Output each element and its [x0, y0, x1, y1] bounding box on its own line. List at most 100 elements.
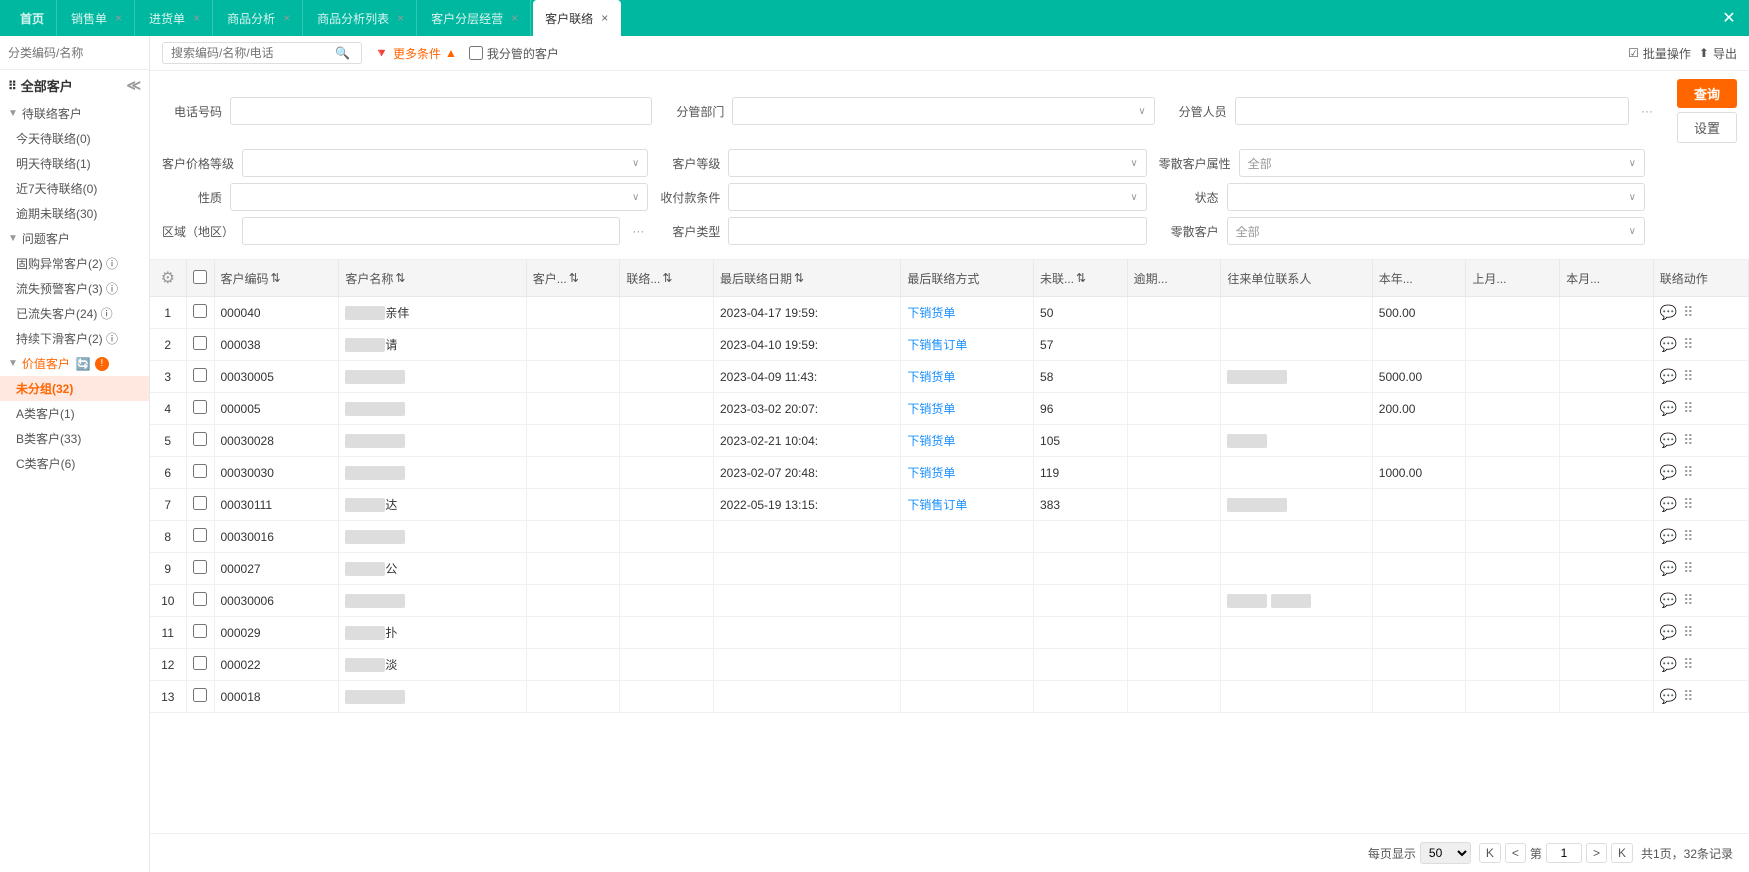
- pending-group[interactable]: ▼ 待联络客户: [0, 101, 149, 126]
- th-contact[interactable]: 联络...⇅: [620, 260, 714, 297]
- last-way-link[interactable]: 下销货单: [907, 370, 955, 384]
- qr-icon[interactable]: ⠿: [1683, 560, 1693, 577]
- tab-analysis-close[interactable]: ×: [283, 11, 290, 25]
- row-checkbox[interactable]: [193, 624, 207, 638]
- qr-icon[interactable]: ⠿: [1683, 464, 1693, 481]
- qr-icon[interactable]: ⠿: [1683, 336, 1693, 353]
- th-code[interactable]: 客户编码⇅: [214, 260, 339, 297]
- sidebar-item-declining[interactable]: 持续下滑客户(2) ⓘ: [0, 326, 149, 351]
- th-thisyear[interactable]: 本年...: [1372, 260, 1466, 297]
- tab-analysis-list-close[interactable]: ×: [397, 11, 404, 25]
- sidebar-item-a-customers[interactable]: A类客户(1): [0, 401, 149, 426]
- filter-search-icon[interactable]: 🔍: [335, 46, 350, 60]
- region-input[interactable]: [242, 217, 620, 245]
- table-wrapper[interactable]: ⚙ 客户编码⇅ 客户名称⇅ 客: [150, 260, 1749, 833]
- person-input[interactable]: [1235, 97, 1629, 125]
- chat-icon[interactable]: 💬: [1660, 592, 1677, 609]
- th-lastway[interactable]: 最后联络方式: [901, 260, 1034, 297]
- last-way-link[interactable]: 下销货单: [907, 466, 955, 480]
- qr-icon[interactable]: ⠿: [1683, 304, 1693, 321]
- all-customers-header[interactable]: ⠿ 全部客户 ≪: [0, 70, 149, 101]
- tab-home[interactable]: 首页: [8, 0, 57, 36]
- payment-select[interactable]: ∨: [728, 183, 1146, 211]
- customer-type-select[interactable]: [728, 217, 1146, 245]
- customer-level-select[interactable]: ∨: [728, 149, 1146, 177]
- td-check[interactable]: [186, 617, 214, 649]
- tab-sales-close[interactable]: ×: [115, 11, 122, 25]
- th-check[interactable]: [186, 260, 214, 297]
- region-dots[interactable]: ···: [628, 224, 648, 238]
- row-checkbox[interactable]: [193, 400, 207, 414]
- sidebar-item-tomorrow-pending[interactable]: 明天待联络(1): [0, 151, 149, 176]
- export-button[interactable]: ⬆ 导出: [1699, 45, 1737, 62]
- sidebar-item-churn-warning[interactable]: 流失预警客户(3) ⓘ: [0, 276, 149, 301]
- scattered-attr-select[interactable]: 全部∨: [1239, 149, 1645, 177]
- filter-search-box[interactable]: 🔍: [162, 42, 362, 64]
- chat-icon[interactable]: 💬: [1660, 336, 1677, 353]
- chat-icon[interactable]: 💬: [1660, 688, 1677, 705]
- th-nocontact[interactable]: 未联...⇅: [1034, 260, 1128, 297]
- td-check[interactable]: [186, 585, 214, 617]
- tab-customer-contact[interactable]: 客户联络 ×: [533, 0, 621, 36]
- th-type[interactable]: 客户...⇅: [526, 260, 620, 297]
- my-customers-checkbox[interactable]: 我分管的客户: [469, 45, 559, 62]
- per-page-select[interactable]: 50 100: [1420, 842, 1471, 864]
- chat-icon[interactable]: 💬: [1660, 496, 1677, 513]
- sidebar-item-c-customers[interactable]: C类客户(6): [0, 451, 149, 476]
- chat-icon[interactable]: 💬: [1660, 560, 1677, 577]
- row-checkbox[interactable]: [193, 368, 207, 382]
- td-check[interactable]: [186, 393, 214, 425]
- scattered-select[interactable]: 全部∨: [1227, 217, 1645, 245]
- chat-icon[interactable]: 💬: [1660, 656, 1677, 673]
- qr-icon[interactable]: ⠿: [1683, 496, 1693, 513]
- prev-page-button[interactable]: <: [1505, 843, 1526, 863]
- th-thismonth[interactable]: 本月...: [1560, 260, 1654, 297]
- gear-icon[interactable]: ⚙: [161, 270, 175, 287]
- td-check[interactable]: [186, 649, 214, 681]
- chat-icon[interactable]: 💬: [1660, 528, 1677, 545]
- sidebar-item-week-pending[interactable]: 近7天待联络(0): [0, 176, 149, 201]
- sidebar-item-b-customers[interactable]: B类客户(33): [0, 426, 149, 451]
- last-way-link[interactable]: 下销货单: [907, 306, 955, 320]
- row-checkbox[interactable]: [193, 464, 207, 478]
- td-check[interactable]: [186, 425, 214, 457]
- tab-purchase-close[interactable]: ×: [193, 11, 200, 25]
- td-check[interactable]: [186, 457, 214, 489]
- th-overdue[interactable]: 逾期...: [1127, 260, 1221, 297]
- row-checkbox[interactable]: [193, 656, 207, 670]
- qr-icon[interactable]: ⠿: [1683, 368, 1693, 385]
- sidebar-search-input[interactable]: [8, 46, 150, 60]
- first-page-button[interactable]: K: [1479, 843, 1501, 863]
- select-all-checkbox[interactable]: [193, 270, 207, 284]
- sidebar-item-purchase-abnormal[interactable]: 固购异常客户(2) ⓘ: [0, 251, 149, 276]
- sidebar-item-overdue-pending[interactable]: 逾期未联络(30): [0, 201, 149, 226]
- row-checkbox[interactable]: [193, 496, 207, 510]
- last-page-button[interactable]: K: [1611, 843, 1633, 863]
- more-filters-button[interactable]: 🔻 更多条件 ▲: [374, 45, 457, 62]
- td-check[interactable]: [186, 489, 214, 521]
- chat-icon[interactable]: 💬: [1660, 432, 1677, 449]
- status-select[interactable]: ∨: [1227, 183, 1645, 211]
- chat-icon[interactable]: 💬: [1660, 304, 1677, 321]
- sidebar-item-today-pending[interactable]: 今天待联络(0): [0, 126, 149, 151]
- tab-analysis[interactable]: 商品分析 ×: [215, 0, 303, 36]
- tab-customer-segment-close[interactable]: ×: [511, 11, 518, 25]
- th-company[interactable]: 往来单位联系人: [1221, 260, 1372, 297]
- row-checkbox[interactable]: [193, 432, 207, 446]
- person-dots[interactable]: ···: [1637, 104, 1657, 118]
- qr-icon[interactable]: ⠿: [1683, 656, 1693, 673]
- qr-icon[interactable]: ⠿: [1683, 688, 1693, 705]
- row-checkbox[interactable]: [193, 688, 207, 702]
- tab-sales[interactable]: 销售单 ×: [59, 0, 135, 36]
- th-lastdate[interactable]: 最后联络日期⇅: [714, 260, 901, 297]
- row-checkbox[interactable]: [193, 560, 207, 574]
- row-checkbox[interactable]: [193, 528, 207, 542]
- last-way-link[interactable]: 下销货单: [907, 434, 955, 448]
- qr-icon[interactable]: ⠿: [1683, 592, 1693, 609]
- last-way-link[interactable]: 下销售订单: [907, 338, 967, 352]
- collapse-icon[interactable]: ≪: [126, 77, 141, 94]
- window-close-button[interactable]: ✕: [1717, 6, 1741, 30]
- nature-select[interactable]: ∨: [230, 183, 648, 211]
- th-gear[interactable]: ⚙: [150, 260, 186, 297]
- batch-op-button[interactable]: ☑ 批量操作: [1628, 45, 1691, 62]
